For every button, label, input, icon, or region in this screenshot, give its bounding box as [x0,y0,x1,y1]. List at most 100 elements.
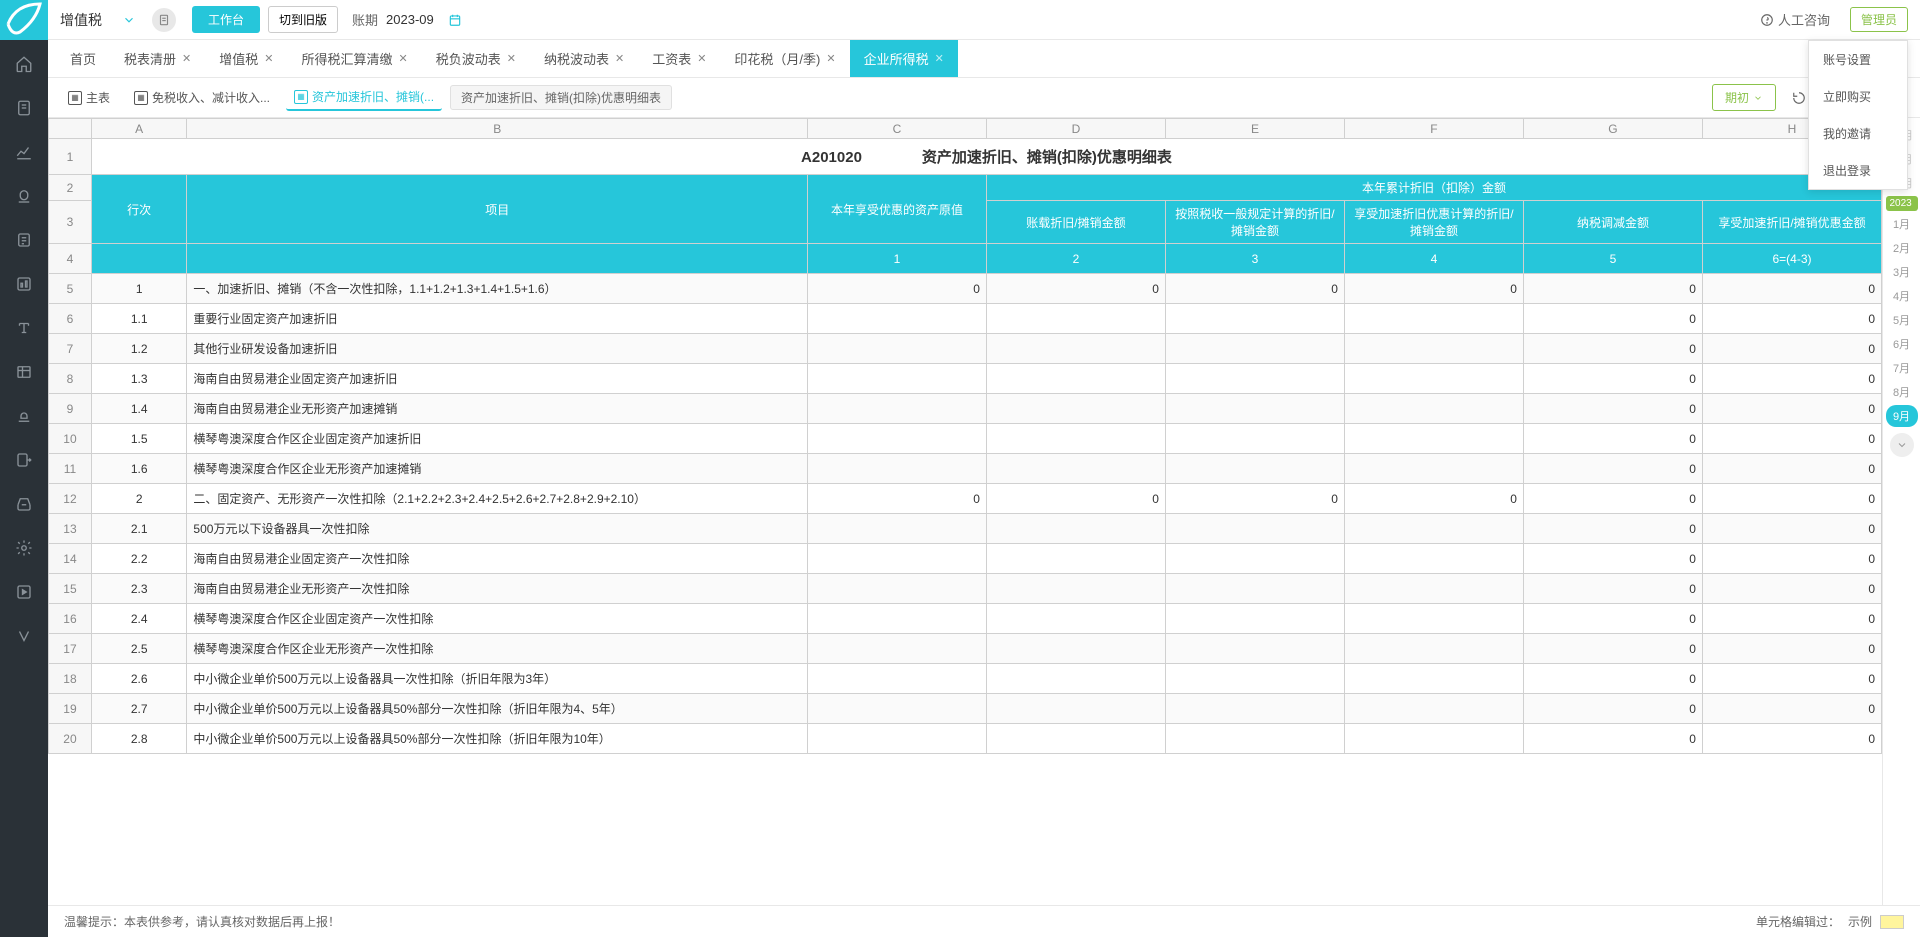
help-button[interactable]: 人工咨询 [1760,10,1830,29]
app-logo[interactable] [0,0,48,40]
cell[interactable]: 0 [1523,544,1702,574]
cell[interactable]: 0 [1702,634,1881,664]
cell[interactable]: 横琴粤澳深度合作区企业无形资产加速摊销 [187,454,808,484]
month-item[interactable]: 7月 [1886,357,1918,379]
cell[interactable]: 横琴粤澳深度合作区企业固定资产加速折旧 [187,424,808,454]
dropdown-item[interactable]: 我的邀请 [1809,115,1907,152]
admin-button[interactable]: 管理员 [1850,7,1908,32]
cell[interactable] [1344,544,1523,574]
subtab-asset-depr[interactable]: ▦ 资产加速折旧、摊销(... [286,84,442,111]
cell[interactable]: 2 [91,484,186,514]
subtab-exempt-income[interactable]: ▦ 免税收入、减计收入... [126,85,278,110]
cell[interactable]: 0 [1523,484,1702,514]
cell[interactable] [807,394,986,424]
cell[interactable] [807,424,986,454]
cell[interactable] [986,424,1165,454]
close-icon[interactable]: ✕ [697,52,706,65]
cell[interactable] [1344,694,1523,724]
cell[interactable]: 0 [1523,364,1702,394]
cell[interactable] [986,394,1165,424]
dropdown-item[interactable]: 账号设置 [1809,41,1907,78]
cell[interactable]: 其他行业研发设备加速折旧 [187,334,808,364]
cell[interactable]: 0 [1344,274,1523,304]
cell[interactable] [1344,364,1523,394]
nav-play-icon[interactable] [0,572,48,612]
cell[interactable]: 0 [1523,274,1702,304]
nav-doc-icon[interactable] [0,88,48,128]
cell[interactable] [1165,664,1344,694]
cell[interactable]: 0 [1702,364,1881,394]
month-item[interactable]: 6月 [1886,333,1918,355]
cell[interactable]: 2.6 [91,664,186,694]
nav-tab[interactable]: 税负波动表✕ [422,40,530,77]
cell[interactable] [807,514,986,544]
cell[interactable]: 0 [1523,664,1702,694]
nav-export-icon[interactable] [0,440,48,480]
cell[interactable]: 二、固定资产、无形资产一次性扣除（2.1+2.2+2.3+2.4+2.5+2.6… [187,484,808,514]
spreadsheet[interactable]: ABCDEFGH1A201020资产加速折旧、摊销(扣除)优惠明细表2行次项目本… [48,118,1882,905]
cell[interactable] [1165,514,1344,544]
cell[interactable]: 2.4 [91,604,186,634]
cell[interactable]: 0 [1165,484,1344,514]
month-item[interactable]: 3月 [1886,261,1918,283]
cell[interactable] [986,304,1165,334]
cell[interactable]: 0 [1344,484,1523,514]
cell[interactable]: 0 [1523,424,1702,454]
cell[interactable]: 重要行业固定资产加速折旧 [187,304,808,334]
cell[interactable] [1165,604,1344,634]
cell[interactable]: 0 [1702,514,1881,544]
cell[interactable]: 1 [91,274,186,304]
topbar-doc-icon[interactable] [152,8,176,32]
close-icon[interactable]: ✕ [182,52,191,65]
cell[interactable]: 0 [1523,334,1702,364]
nav-report-icon[interactable] [0,264,48,304]
cell[interactable] [1165,724,1344,754]
cell[interactable]: 2.2 [91,544,186,574]
cell[interactable]: 0 [807,274,986,304]
nav-form-icon[interactable] [0,220,48,260]
cell[interactable] [807,544,986,574]
cell[interactable] [1165,334,1344,364]
cell[interactable]: 0 [1702,574,1881,604]
cell[interactable]: 横琴粤澳深度合作区企业固定资产一次性扣除 [187,604,808,634]
cell[interactable]: 0 [1523,454,1702,484]
cell[interactable]: 0 [1523,694,1702,724]
nav-tab[interactable]: 税表清册✕ [110,40,205,77]
cell[interactable]: 1.5 [91,424,186,454]
cell[interactable] [1344,604,1523,634]
nav-tab[interactable]: 首页 [56,40,110,77]
cell[interactable] [807,724,986,754]
cell[interactable] [1344,664,1523,694]
close-icon[interactable]: ✕ [615,52,624,65]
cell[interactable] [986,544,1165,574]
period-init-button[interactable]: 期初 [1712,84,1776,111]
cell[interactable]: 0 [1523,394,1702,424]
cell[interactable]: 海南自由贸易港企业固定资产加速折旧 [187,364,808,394]
cell[interactable] [1165,694,1344,724]
cell[interactable]: 2.8 [91,724,186,754]
cell[interactable]: 0 [1702,724,1881,754]
month-expand-icon[interactable] [1890,433,1914,457]
cell[interactable]: 0 [1702,274,1881,304]
cell[interactable]: 中小微企业单价500万元以上设备器具50%部分一次性扣除（折旧年限为10年） [187,724,808,754]
cell[interactable] [986,514,1165,544]
cell[interactable]: 0 [1702,424,1881,454]
oldversion-button[interactable]: 切到旧版 [268,6,338,33]
cell[interactable] [807,574,986,604]
cell[interactable] [1165,454,1344,484]
cell[interactable]: 0 [1702,664,1881,694]
cell[interactable]: 1.4 [91,394,186,424]
cell[interactable]: 一、加速折旧、摊销（不含一次性扣除，1.1+1.2+1.3+1.4+1.5+1.… [187,274,808,304]
dropdown-item[interactable]: 立即购买 [1809,78,1907,115]
cell[interactable] [1165,304,1344,334]
cell[interactable] [1344,394,1523,424]
cell[interactable] [807,334,986,364]
cell[interactable] [1344,574,1523,604]
cell[interactable]: 中小微企业单价500万元以上设备器具一次性扣除（折旧年限为3年） [187,664,808,694]
close-icon[interactable]: ✕ [935,52,944,65]
cell[interactable] [986,724,1165,754]
cell[interactable] [1165,394,1344,424]
cell[interactable] [1344,514,1523,544]
cell[interactable]: 0 [1523,634,1702,664]
cell[interactable]: 0 [1702,544,1881,574]
